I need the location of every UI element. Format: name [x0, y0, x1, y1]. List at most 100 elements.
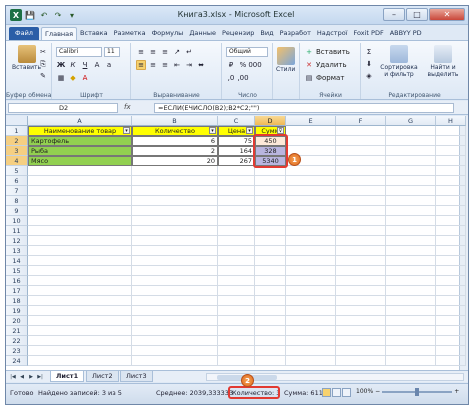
cell[interactable]	[436, 276, 466, 286]
row-header-17[interactable]: 17	[6, 286, 28, 296]
row-header-5[interactable]: 5	[6, 166, 28, 176]
cell[interactable]	[436, 346, 466, 356]
cell[interactable]	[336, 246, 386, 256]
undo-icon[interactable]: ↶	[38, 9, 50, 21]
cell[interactable]	[132, 186, 218, 196]
cell[interactable]	[132, 206, 218, 216]
indent-decrease-icon[interactable]: ⇤	[172, 60, 182, 70]
insert-cells-icon[interactable]: +	[304, 47, 314, 57]
table-cell[interactable]: Картофель	[28, 136, 132, 146]
cut-icon[interactable]: ✂	[38, 47, 48, 57]
cell[interactable]	[28, 176, 132, 186]
first-sheet-icon[interactable]: |◀	[9, 373, 17, 381]
cell[interactable]	[28, 296, 132, 306]
cell[interactable]	[386, 226, 436, 236]
cell[interactable]	[218, 266, 255, 276]
cell[interactable]	[286, 286, 336, 296]
cell[interactable]	[132, 346, 218, 356]
cell[interactable]	[386, 206, 436, 216]
cell[interactable]	[436, 326, 466, 336]
row-header-11[interactable]: 11	[6, 226, 28, 236]
cell[interactable]	[286, 126, 336, 136]
cell[interactable]	[436, 216, 466, 226]
clear-icon[interactable]: ◈	[364, 71, 374, 81]
table-cell[interactable]: 75	[218, 136, 255, 146]
cell[interactable]	[218, 296, 255, 306]
cell[interactable]	[386, 236, 436, 246]
cell[interactable]	[28, 316, 132, 326]
cell[interactable]	[132, 266, 218, 276]
cell[interactable]	[286, 206, 336, 216]
zoom-in-icon[interactable]: +	[454, 388, 459, 395]
row-header-13[interactable]: 13	[6, 246, 28, 256]
page-break-view-icon[interactable]	[342, 388, 351, 397]
row-header-10[interactable]: 10	[6, 216, 28, 226]
row-header-15[interactable]: 15	[6, 266, 28, 276]
cell[interactable]	[218, 236, 255, 246]
column-header-b[interactable]: B	[132, 116, 218, 126]
styles-button[interactable]: Стили	[276, 47, 295, 73]
cell[interactable]	[255, 246, 286, 256]
cell[interactable]	[218, 346, 255, 356]
row-header-12[interactable]: 12	[6, 236, 28, 246]
row-header-6[interactable]: 6	[6, 176, 28, 186]
font-name-select[interactable]: Calibri	[56, 47, 102, 57]
cell[interactable]	[286, 296, 336, 306]
cell[interactable]	[28, 186, 132, 196]
cell[interactable]	[386, 296, 436, 306]
cell[interactable]	[28, 266, 132, 276]
row-header-24[interactable]: 24	[6, 356, 28, 366]
cell[interactable]	[255, 266, 286, 276]
table-header-cell[interactable]: Количество	[132, 126, 218, 136]
save-icon[interactable]: 💾	[24, 9, 36, 21]
cell[interactable]	[436, 126, 466, 136]
excel-icon[interactable]: X	[10, 9, 22, 21]
table-cell[interactable]: Рыба	[28, 146, 132, 156]
cell[interactable]	[336, 296, 386, 306]
cell[interactable]	[436, 166, 466, 176]
minimize-button[interactable]: –	[383, 8, 405, 21]
cell[interactable]	[336, 216, 386, 226]
align-top-icon[interactable]: ≡	[136, 47, 146, 57]
cell[interactable]	[286, 266, 336, 276]
cell[interactable]	[436, 186, 466, 196]
align-middle-icon[interactable]: ≡	[148, 47, 158, 57]
table-cell[interactable]: 2	[132, 146, 218, 156]
decrease-decimal-icon[interactable]: ,00	[237, 73, 248, 83]
bold-icon[interactable]: Ж	[56, 60, 66, 70]
wrap-text-icon[interactable]: ↵	[184, 47, 194, 57]
cell[interactable]	[386, 196, 436, 206]
cell[interactable]	[218, 186, 255, 196]
cell[interactable]	[436, 236, 466, 246]
cell[interactable]	[255, 236, 286, 246]
cell[interactable]	[255, 216, 286, 226]
cell[interactable]	[386, 356, 436, 366]
cell[interactable]	[286, 346, 336, 356]
zoom-thumb[interactable]	[415, 387, 420, 396]
cell[interactable]	[336, 156, 386, 166]
cell[interactable]	[218, 246, 255, 256]
cell[interactable]	[286, 196, 336, 206]
row-header-23[interactable]: 23	[6, 346, 28, 356]
filter-active-icon[interactable]: ⊽	[277, 127, 284, 134]
cell[interactable]	[132, 236, 218, 246]
cell[interactable]	[255, 256, 286, 266]
cell[interactable]	[386, 346, 436, 356]
tab-abbyy[interactable]: ABBYY PD	[387, 27, 425, 40]
cell[interactable]	[386, 166, 436, 176]
cell[interactable]	[336, 196, 386, 206]
column-header-a[interactable]: A	[28, 116, 132, 126]
cell[interactable]	[218, 256, 255, 266]
cell[interactable]	[436, 306, 466, 316]
row-header-2[interactable]: 2	[6, 136, 28, 146]
insert-cells-button[interactable]: Вставить	[316, 48, 350, 56]
sort-filter-button[interactable]: Сортировка и фильтр	[378, 45, 420, 78]
delete-cells-button[interactable]: Удалить	[316, 61, 347, 69]
cell[interactable]	[386, 266, 436, 276]
cell[interactable]	[255, 326, 286, 336]
cell[interactable]	[255, 336, 286, 346]
cell[interactable]	[336, 276, 386, 286]
cell[interactable]	[436, 356, 466, 366]
cell[interactable]	[255, 286, 286, 296]
cell[interactable]	[286, 246, 336, 256]
